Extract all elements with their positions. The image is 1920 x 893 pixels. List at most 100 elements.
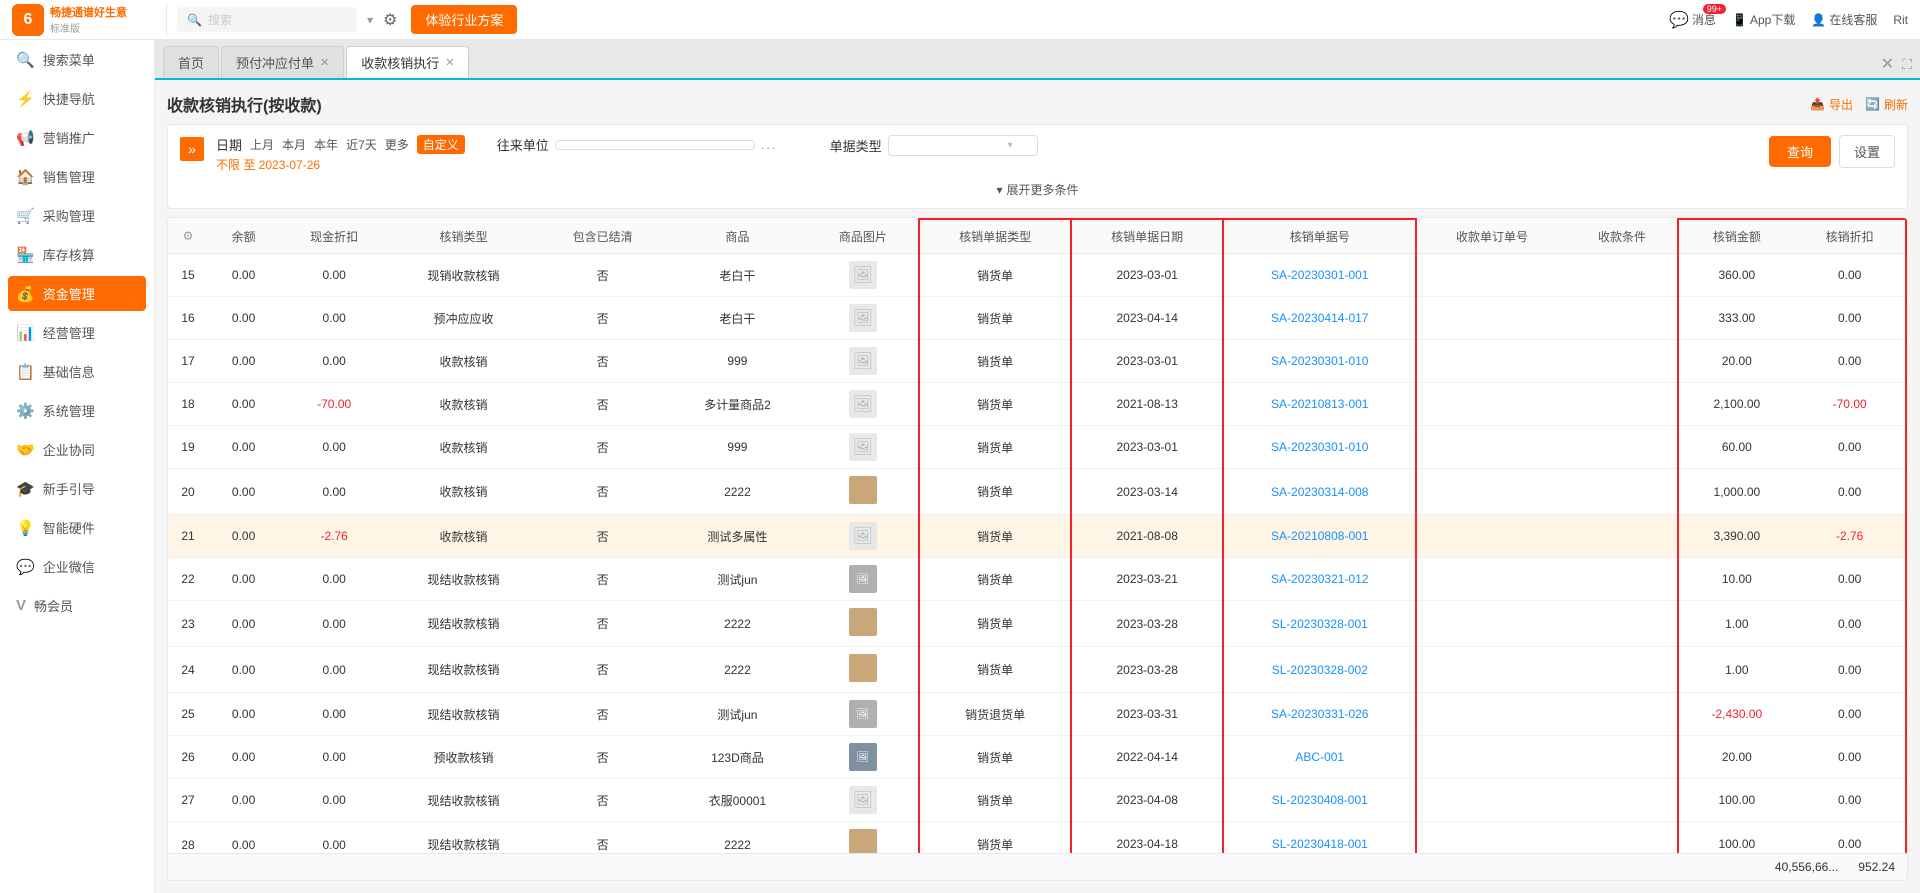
date-option-this-month[interactable]: 本月 — [282, 136, 306, 153]
cell-writeoff-type: 现结收款核销 — [389, 693, 538, 736]
cell-product: 多计量商品2 — [667, 383, 807, 426]
sales-mgmt-icon: 🏠 — [16, 168, 35, 186]
cell-cash-discount: 0.00 — [279, 558, 389, 601]
cell-receipt-condition — [1567, 515, 1679, 558]
cell-writeoff-bill-no[interactable]: ABC-001 — [1223, 736, 1416, 779]
sidebar-item-biz-mgmt[interactable]: 📊 经营管理 — [0, 313, 154, 352]
cell-receipt-condition — [1567, 558, 1679, 601]
refresh-button[interactable]: 🔄 刷新 — [1865, 96, 1908, 113]
counterpart-dots[interactable]: ... — [761, 137, 778, 152]
sidebar-item-quick-nav[interactable]: ⚡ 快捷导航 — [0, 79, 154, 118]
cell-cash-discount: 0.00 — [279, 822, 389, 854]
expand-more-button[interactable]: ▾ 展开更多条件 — [996, 181, 1078, 198]
cell-writeoff-bill-no[interactable]: SA-20210813-001 — [1223, 383, 1416, 426]
sidebar-item-smart-hw[interactable]: 💡 智能硬件 — [0, 508, 154, 547]
date-option-7days[interactable]: 近7天 — [346, 136, 377, 153]
cell-writeoff-bill-no[interactable]: SA-20230301-001 — [1223, 254, 1416, 297]
expand-filter-button[interactable]: » — [180, 137, 204, 161]
cell-writeoff-bill-no[interactable]: SA-20230314-008 — [1223, 469, 1416, 515]
counterpart-input[interactable] — [555, 140, 755, 150]
sidebar-item-wechat[interactable]: 💬 企业微信 — [0, 547, 154, 586]
cell-writeoff-bill-no[interactable]: SA-20230301-010 — [1223, 340, 1416, 383]
collection-tab-close-icon[interactable]: ✕ — [445, 56, 454, 69]
query-button[interactable]: 查询 — [1769, 136, 1831, 167]
tab-close-action-icon[interactable]: ✕ — [1881, 54, 1894, 74]
cell-receipt-order-no — [1416, 340, 1566, 383]
bill-type-select[interactable]: ▾ — [888, 135, 1038, 156]
sidebar-item-search-menu[interactable]: 🔍 搜索菜单 — [0, 40, 154, 79]
gear-icon[interactable]: ⚙ — [383, 10, 397, 30]
tab-collection[interactable]: 收款核销执行 ✕ — [346, 46, 469, 78]
table-scroll-container[interactable]: ⚙ 余额 现金折扣 核销类型 包含已结清 商品 商品图片 核销单据类型 核 — [168, 218, 1907, 853]
app-download-link[interactable]: 📱 App下载 — [1732, 11, 1795, 28]
sidebar-item-sys-mgmt[interactable]: ⚙️ 系统管理 — [0, 391, 154, 430]
cell-product: 999 — [667, 340, 807, 383]
cell-include-settled: 否 — [538, 254, 667, 297]
sidebar-item-marketing[interactable]: 📢 营销推广 — [0, 118, 154, 157]
cell-writeoff-bill-no[interactable]: SA-20230321-012 — [1223, 558, 1416, 601]
cell-writeoff-amount: 1.00 — [1678, 647, 1794, 693]
search-box[interactable]: 🔍 搜索 — [177, 7, 357, 32]
sidebar-item-purchase-mgmt[interactable]: 🛒 采购管理 — [0, 196, 154, 235]
sidebar-item-fund-mgmt[interactable]: 💰 资金管理 — [8, 276, 146, 311]
sidebar-item-inventory[interactable]: 🏪 库存核算 — [0, 235, 154, 274]
prepay-tab-close-icon[interactable]: ✕ — [320, 56, 329, 69]
message-icon[interactable]: 💬 消息 99+ — [1669, 10, 1716, 30]
cell-writeoff-bill-no[interactable]: SL-20230408-001 — [1223, 779, 1416, 822]
date-custom-button[interactable]: 自定义 — [417, 135, 465, 154]
sidebar-item-guide[interactable]: 🎓 新手引导 — [0, 469, 154, 508]
cell-product: 2222 — [667, 601, 807, 647]
cell-writeoff-bill-type: 销货单 — [919, 426, 1071, 469]
settings-button[interactable]: 设置 — [1839, 135, 1895, 168]
date-option-more[interactable]: 更多 — [385, 136, 409, 153]
dropdown-arrow-icon[interactable]: ▾ — [367, 13, 373, 27]
col-header-cash-discount: 现金折扣 — [279, 219, 389, 254]
cell-include-settled: 否 — [538, 736, 667, 779]
export-button[interactable]: 📤 导出 — [1810, 96, 1853, 113]
cell-writeoff-bill-no[interactable]: SA-20230301-010 — [1223, 426, 1416, 469]
biz-mgmt-icon: 📊 — [16, 324, 35, 342]
online-service-link[interactable]: 👤 在线客服 — [1811, 11, 1877, 28]
cell-writeoff-bill-no[interactable]: SA-20230331-026 — [1223, 693, 1416, 736]
sidebar-item-corp-collab[interactable]: 🤝 企业协同 — [0, 430, 154, 469]
cell-writeoff-date: 2023-03-21 — [1071, 558, 1223, 601]
tab-maximize-icon[interactable]: ⛶ — [1902, 56, 1912, 73]
sidebar-item-sales-mgmt[interactable]: 🏠 销售管理 — [0, 157, 154, 196]
cell-receipt-condition — [1567, 254, 1679, 297]
date-option-prev-month[interactable]: 上月 — [250, 136, 274, 153]
cell-writeoff-date: 2021-08-13 — [1071, 383, 1223, 426]
sidebar-item-vip[interactable]: V 畅会员 — [0, 586, 154, 625]
cell-product: 2222 — [667, 822, 807, 854]
cell-writeoff-discount: 0.00 — [1794, 469, 1906, 515]
cell-writeoff-bill-no[interactable]: SL-20230328-002 — [1223, 647, 1416, 693]
logo-icon: 6 — [12, 4, 44, 36]
industry-button[interactable]: 体验行业方案 — [411, 5, 517, 34]
cell-writeoff-discount: -2.76 — [1794, 515, 1906, 558]
cell-writeoff-bill-no[interactable]: SL-20230418-001 — [1223, 822, 1416, 854]
cell-writeoff-bill-type: 销货单 — [919, 383, 1071, 426]
cell-writeoff-type: 现销收款核销 — [389, 254, 538, 297]
tab-prepay[interactable]: 预付冲应付单 ✕ — [221, 46, 344, 78]
cell-no: 20 — [168, 469, 208, 515]
cell-writeoff-bill-no[interactable]: SL-20230328-001 — [1223, 601, 1416, 647]
corp-collab-icon: 🤝 — [16, 441, 35, 459]
settings-col-icon[interactable]: ⚙ — [183, 229, 194, 243]
table-row: 22 0.00 0.00 现结收款核销 否 测试jun 🖼 销货单 2023-0… — [168, 558, 1906, 601]
cell-writeoff-amount: 3,390.00 — [1678, 515, 1794, 558]
tab-home[interactable]: 首页 — [163, 46, 219, 78]
cell-writeoff-bill-no[interactable]: SA-20230414-017 — [1223, 297, 1416, 340]
cell-writeoff-discount: 0.00 — [1794, 601, 1906, 647]
sidebar-item-base-info[interactable]: 📋 基础信息 — [0, 352, 154, 391]
cell-writeoff-type: 现结收款核销 — [389, 558, 538, 601]
cell-writeoff-bill-no[interactable]: SA-20210808-001 — [1223, 515, 1416, 558]
cell-cash-discount: 0.00 — [279, 469, 389, 515]
cell-receipt-order-no — [1416, 469, 1566, 515]
col-header-settings[interactable]: ⚙ — [168, 219, 208, 254]
col-header-include-settled: 包含已结清 — [538, 219, 667, 254]
cell-receipt-condition — [1567, 822, 1679, 854]
cell-writeoff-bill-type: 销货单 — [919, 297, 1071, 340]
col-header-writeoff-bill-no: 核销单据号 — [1223, 219, 1416, 254]
date-option-this-year[interactable]: 本年 — [314, 136, 338, 153]
marketing-icon: 📢 — [16, 129, 35, 147]
cell-receipt-order-no — [1416, 297, 1566, 340]
